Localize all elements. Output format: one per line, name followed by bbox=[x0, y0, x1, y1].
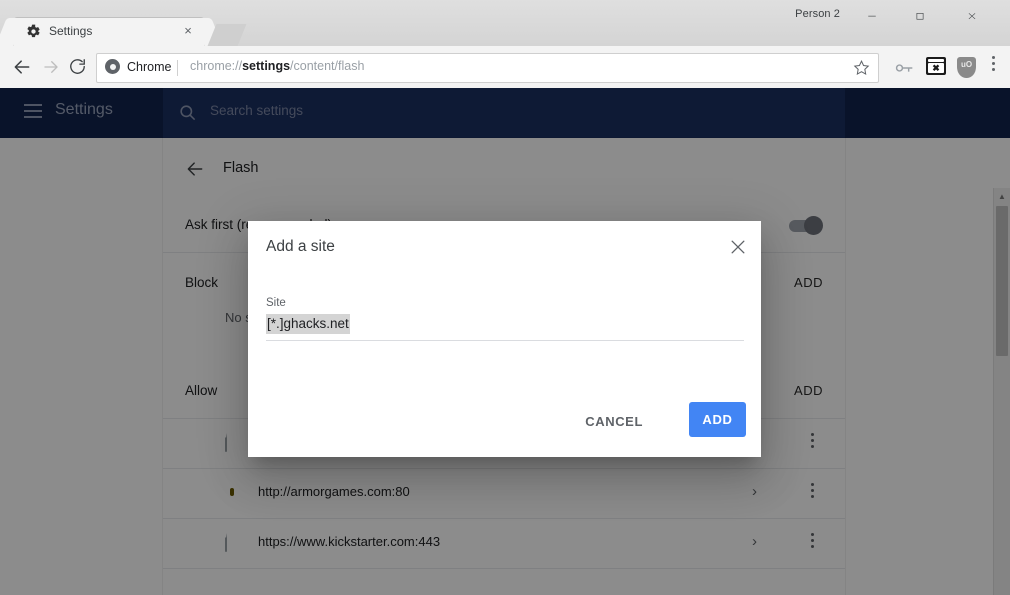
close-icon[interactable]: × bbox=[180, 23, 196, 39]
url-bold-segment: settings bbox=[242, 59, 291, 73]
url-prefix: chrome:// bbox=[190, 59, 243, 73]
gear-icon bbox=[26, 24, 41, 39]
dot bbox=[991, 68, 995, 71]
adblock-titlebar bbox=[928, 59, 944, 62]
url-suffix: /content/flash bbox=[290, 59, 365, 73]
ublock-origin-extension-icon[interactable]: uO bbox=[957, 57, 979, 79]
site-identity-label: Chrome bbox=[127, 59, 172, 74]
dot bbox=[991, 56, 995, 59]
chrome-logo-icon bbox=[105, 59, 120, 74]
site-input[interactable]: [*.]ghacks.net bbox=[266, 314, 744, 341]
site-input-value: [*.]ghacks.net bbox=[266, 314, 350, 334]
minimize-button[interactable] bbox=[850, 4, 894, 32]
adblock-x-label: ✖ bbox=[928, 63, 944, 73]
bookmark-star-icon[interactable] bbox=[853, 59, 870, 76]
site-field-label: Site bbox=[266, 297, 286, 309]
site-identity-badge: Chrome bbox=[105, 59, 171, 74]
adblock-extension-icon[interactable]: ✖ bbox=[926, 57, 948, 79]
browser-window: Settings × Person 2 Chrome chrome://sett… bbox=[0, 0, 1010, 595]
maximize-button[interactable] bbox=[898, 4, 942, 32]
address-bar[interactable]: Chrome chrome://settings/content/flash bbox=[96, 53, 879, 83]
window-close-button[interactable] bbox=[950, 4, 994, 32]
back-icon[interactable] bbox=[8, 53, 36, 81]
browser-tab-settings[interactable]: Settings × bbox=[14, 18, 204, 46]
close-icon[interactable] bbox=[728, 237, 748, 257]
profile-person-label[interactable]: Person 2 bbox=[795, 8, 840, 20]
url-text: chrome://settings/content/flash bbox=[190, 59, 364, 73]
adblock-glyph: ✖ bbox=[926, 57, 946, 75]
forward-icon[interactable] bbox=[37, 53, 65, 81]
browser-menu-icon[interactable] bbox=[984, 56, 1002, 78]
add-site-dialog: Add a site Site [*.]ghacks.net CANCEL AD… bbox=[248, 221, 761, 457]
reload-icon[interactable] bbox=[64, 53, 92, 81]
shield-icon: uO bbox=[957, 57, 976, 78]
tab-title: Settings bbox=[49, 24, 93, 38]
browser-toolbar: Chrome chrome://settings/content/flash ✖… bbox=[0, 46, 1010, 89]
dialog-title: Add a site bbox=[266, 238, 335, 255]
dot bbox=[991, 62, 995, 65]
omnibox-separator bbox=[177, 60, 178, 76]
add-button[interactable]: ADD bbox=[689, 402, 746, 437]
title-bar: Settings × Person 2 bbox=[0, 0, 1010, 46]
key-icon[interactable] bbox=[894, 57, 916, 79]
cancel-button[interactable]: CANCEL bbox=[575, 406, 653, 437]
